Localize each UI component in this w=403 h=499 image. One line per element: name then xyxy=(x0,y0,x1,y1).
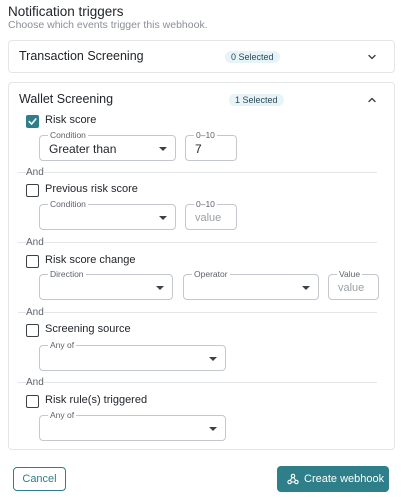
screening-source-label: Screening source xyxy=(45,323,131,335)
and-separator: And xyxy=(26,377,385,389)
caret-down-icon xyxy=(159,147,167,151)
selected-count-badge: 1 Selected xyxy=(229,94,284,106)
condition-legend: Condition xyxy=(48,130,88,140)
caret-down-icon xyxy=(302,286,310,290)
value-placeholder: value xyxy=(338,282,365,294)
caret-down-icon xyxy=(209,357,217,361)
previous-risk-score-checkbox[interactable] xyxy=(26,184,39,197)
wallet-screening-header[interactable]: Wallet Screening 1 Selected xyxy=(19,90,384,110)
operator-legend: Operator xyxy=(192,269,230,279)
section-title: Wallet Screening xyxy=(19,92,114,106)
transaction-screening-panel[interactable]: Transaction Screening 0 Selected xyxy=(8,40,395,73)
change-value-input[interactable]: Value value xyxy=(328,269,379,300)
range-legend: 0–10 xyxy=(194,199,217,209)
screening-source-any-of-select[interactable]: Any of xyxy=(39,340,226,371)
chevron-down-icon[interactable] xyxy=(366,51,378,63)
risk-score-condition-select[interactable]: Condition Greater than xyxy=(39,130,176,161)
any-of-legend: Any of xyxy=(48,340,77,350)
check-icon xyxy=(28,118,37,125)
risk-score-change-label: Risk score change xyxy=(45,254,136,266)
risk-score-label: Risk score xyxy=(45,114,97,126)
and-separator: And xyxy=(26,307,385,319)
and-label: And xyxy=(26,307,44,318)
caret-down-icon xyxy=(156,286,164,290)
value-placeholder: value xyxy=(195,212,222,224)
previous-risk-score-label: Previous risk score xyxy=(45,183,138,195)
risk-score-value: 7 xyxy=(195,142,202,156)
screening-source-checkbox[interactable] xyxy=(26,324,39,337)
direction-select[interactable]: Direction xyxy=(39,269,173,300)
any-of-legend: Any of xyxy=(48,410,77,420)
risk-rules-any-of-select[interactable]: Any of xyxy=(39,410,226,441)
create-webhook-label: Create webhook xyxy=(304,473,385,485)
and-label: And xyxy=(26,167,44,178)
caret-down-icon xyxy=(159,216,167,220)
risk-rules-label: Risk rule(s) triggered xyxy=(45,394,148,406)
create-webhook-button[interactable]: Create webhook xyxy=(277,466,389,492)
page-subtitle: Choose which events trigger this webhook… xyxy=(8,19,208,31)
caret-down-icon xyxy=(209,427,217,431)
direction-legend: Direction xyxy=(48,269,86,279)
risk-score-checkbox[interactable] xyxy=(26,115,39,128)
range-legend: 0–10 xyxy=(194,130,217,140)
section-title: Transaction Screening xyxy=(19,49,144,63)
condition-legend: Condition xyxy=(48,199,88,209)
previous-risk-score-condition-select[interactable]: Condition xyxy=(39,199,176,230)
risk-score-value-input[interactable]: 0–10 7 xyxy=(185,130,237,161)
page-title: Notification triggers xyxy=(8,4,124,19)
cancel-button[interactable]: Cancel xyxy=(13,467,66,491)
and-separator: And xyxy=(26,237,385,249)
transaction-screening-header[interactable]: Transaction Screening 0 Selected xyxy=(19,47,384,67)
risk-score-change-checkbox[interactable] xyxy=(26,255,39,268)
and-separator: And xyxy=(26,167,385,179)
selected-count-badge: 0 Selected xyxy=(225,51,280,63)
previous-risk-score-value-input[interactable]: 0–10 value xyxy=(185,199,237,230)
webhook-icon xyxy=(287,473,299,485)
chevron-up-icon[interactable] xyxy=(366,94,378,106)
risk-rules-checkbox[interactable] xyxy=(26,395,39,408)
and-label: And xyxy=(26,377,44,388)
condition-value: Greater than xyxy=(49,142,117,156)
value-legend: Value xyxy=(337,269,363,279)
and-label: And xyxy=(26,237,44,248)
operator-select[interactable]: Operator xyxy=(183,269,319,300)
